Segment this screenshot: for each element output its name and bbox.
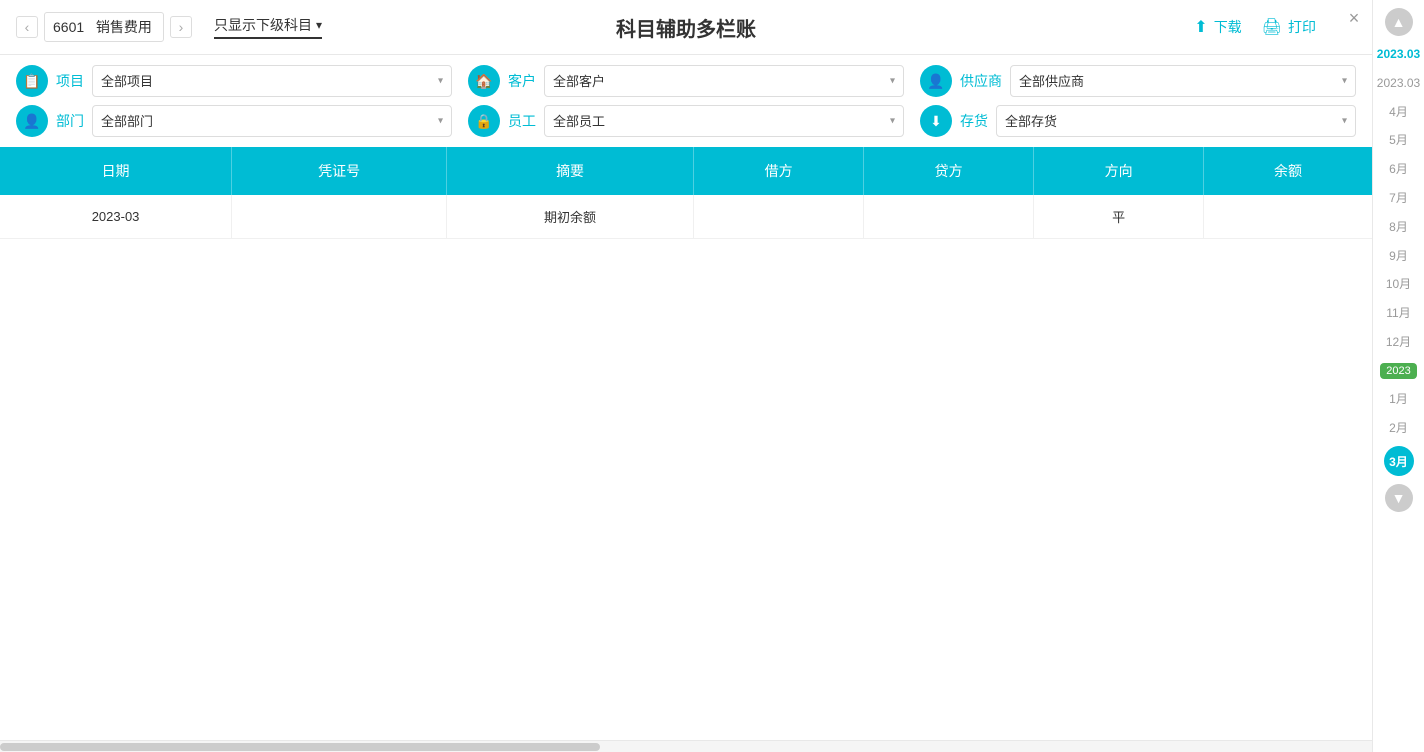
customer-label: 客户 [508, 71, 536, 91]
top-actions: ⬆ 下载 🖨 打印 [1194, 17, 1316, 37]
customer-select[interactable]: 全部客户 [545, 66, 903, 96]
col-debit: 借方 [694, 147, 864, 195]
account-code: 6601 [53, 19, 84, 35]
table-container: 日期 凭证号 摘要 借方 贷方 方向 余额 2023-03 期初余额 平 [0, 147, 1372, 740]
sidebar-item-2[interactable]: 2月 [1373, 414, 1424, 443]
cell-direction: 平 [1034, 195, 1204, 239]
top-bar: ‹ 6601 销售费用 › 只显示下级科目 ▾ 科目辅助多栏账 ⬆ 下载 [0, 0, 1372, 55]
col-voucher: 凭证号 [232, 147, 447, 195]
customer-select-wrapper: 全部客户 ▾ [544, 65, 904, 97]
supplier-select-wrapper: 全部供应商 ▾ [1010, 65, 1356, 97]
filter-inventory: ⬇ 存货 全部存货 ▾ [920, 105, 1356, 137]
prev-account-button[interactable]: ‹ [16, 16, 38, 38]
right-sidebar: ▲ 2023.03 2023.03 4月 5月 6月 7月 8月 9月 10月 … [1372, 0, 1424, 752]
filter-customer: 🏠 客户 全部客户 ▾ [468, 65, 904, 97]
page-title: 科目辅助多栏账 [616, 13, 756, 42]
sidebar-item-11[interactable]: 11月 [1373, 299, 1424, 328]
inventory-label: 存货 [960, 111, 988, 131]
filter-employee: 🔒 员工 全部员工 ▾ [468, 105, 904, 137]
next-account-button[interactable]: › [170, 16, 192, 38]
table-row: 2023-03 期初余额 平 [0, 195, 1372, 239]
cell-balance [1204, 195, 1372, 239]
sidebar-item-10[interactable]: 10月 [1373, 270, 1424, 299]
horizontal-scrollbar[interactable] [0, 740, 1372, 752]
show-sub-label: 只显示下级科目 [214, 15, 312, 35]
inventory-select[interactable]: 全部存货 [997, 106, 1355, 136]
chevron-down-icon: ▾ [316, 18, 322, 32]
col-summary: 摘要 [447, 147, 694, 195]
col-direction: 方向 [1034, 147, 1204, 195]
download-label: 下载 [1214, 17, 1242, 37]
year-badge-label: 2023 [1380, 363, 1416, 379]
cell-debit [694, 195, 864, 239]
supplier-select[interactable]: 全部供应商 [1011, 66, 1355, 96]
year-2023-badge[interactable]: 2023 [1380, 361, 1416, 381]
sidebar-item-3-active[interactable]: 3月 [1373, 446, 1424, 476]
inventory-select-wrapper: 全部存货 ▾ [996, 105, 1356, 137]
department-select-wrapper: 全部部门 ▾ [92, 105, 452, 137]
sidebar-item-7[interactable]: 7月 [1373, 184, 1424, 213]
scroll-thumb[interactable] [0, 743, 600, 751]
table-header-row: 日期 凭证号 摘要 借方 贷方 方向 余额 [0, 147, 1372, 195]
print-label: 打印 [1288, 17, 1316, 37]
sidebar-item-12[interactable]: 12月 [1373, 328, 1424, 357]
project-label: 项目 [56, 71, 84, 91]
project-icon: 📋 [16, 65, 48, 97]
show-sub-button[interactable]: 只显示下级科目 ▾ [214, 15, 322, 39]
download-button[interactable]: ⬆ 下载 [1194, 17, 1241, 37]
month-3-active-badge: 3月 [1384, 446, 1414, 476]
cell-credit [864, 195, 1034, 239]
sidebar-down-arrow[interactable]: ▼ [1385, 484, 1413, 512]
supplier-label: 供应商 [960, 71, 1002, 91]
col-date: 日期 [0, 147, 232, 195]
employee-icon: 🔒 [468, 105, 500, 137]
cell-summary: 期初余额 [447, 195, 694, 239]
ledger-table: 日期 凭证号 摘要 借方 贷方 方向 余额 2023-03 期初余额 平 [0, 147, 1372, 239]
filter-area: 📋 项目 全部项目 ▾ 🏠 客户 全部客户 ▾ [0, 55, 1372, 147]
sidebar-item-5[interactable]: 5月 [1373, 126, 1424, 155]
inventory-icon: ⬇ [920, 105, 952, 137]
main-window: ‹ 6601 销售费用 › 只显示下级科目 ▾ 科目辅助多栏账 ⬆ 下载 [0, 0, 1424, 752]
employee-select[interactable]: 全部员工 [545, 106, 903, 136]
project-select-wrapper: 全部项目 ▾ [92, 65, 452, 97]
filter-supplier: 👤 供应商 全部供应商 ▾ [920, 65, 1356, 97]
department-select[interactable]: 全部部门 [93, 106, 451, 136]
account-name: 销售费用 [96, 19, 152, 35]
customer-icon: 🏠 [468, 65, 500, 97]
supplier-icon: 👤 [920, 65, 952, 97]
project-select[interactable]: 全部项目 [93, 66, 451, 96]
employee-select-wrapper: 全部员工 ▾ [544, 105, 904, 137]
close-button[interactable]: × [1336, 0, 1372, 36]
sidebar-item-2023-03-2[interactable]: 2023.03 [1373, 69, 1424, 98]
col-balance: 余额 [1204, 147, 1372, 195]
sidebar-item-2023-03-1[interactable]: 2023.03 [1373, 40, 1424, 69]
filter-project: 📋 项目 全部项目 ▾ [16, 65, 452, 97]
account-nav: ‹ 6601 销售费用 › 只显示下级科目 ▾ [16, 12, 322, 42]
col-credit: 贷方 [864, 147, 1034, 195]
sidebar-item-8[interactable]: 8月 [1373, 213, 1424, 242]
print-button[interactable]: 🖨 打印 [1262, 17, 1316, 37]
department-label: 部门 [56, 111, 84, 131]
main-content: ‹ 6601 销售费用 › 只显示下级科目 ▾ 科目辅助多栏账 ⬆ 下载 [0, 0, 1372, 752]
employee-label: 员工 [508, 111, 536, 131]
print-icon: 🖨 [1262, 17, 1282, 37]
cell-voucher [232, 195, 447, 239]
sidebar-up-arrow[interactable]: ▲ [1385, 8, 1413, 36]
cell-date: 2023-03 [0, 195, 232, 239]
sidebar-item-4[interactable]: 4月 [1373, 98, 1424, 127]
department-icon: 👤 [16, 105, 48, 137]
sidebar-item-6[interactable]: 6月 [1373, 155, 1424, 184]
filter-department: 👤 部门 全部部门 ▾ [16, 105, 452, 137]
sidebar-item-1[interactable]: 1月 [1373, 385, 1424, 414]
download-icon: ⬆ [1194, 17, 1207, 37]
sidebar-item-9[interactable]: 9月 [1373, 242, 1424, 271]
account-display: 6601 销售费用 [44, 12, 164, 42]
